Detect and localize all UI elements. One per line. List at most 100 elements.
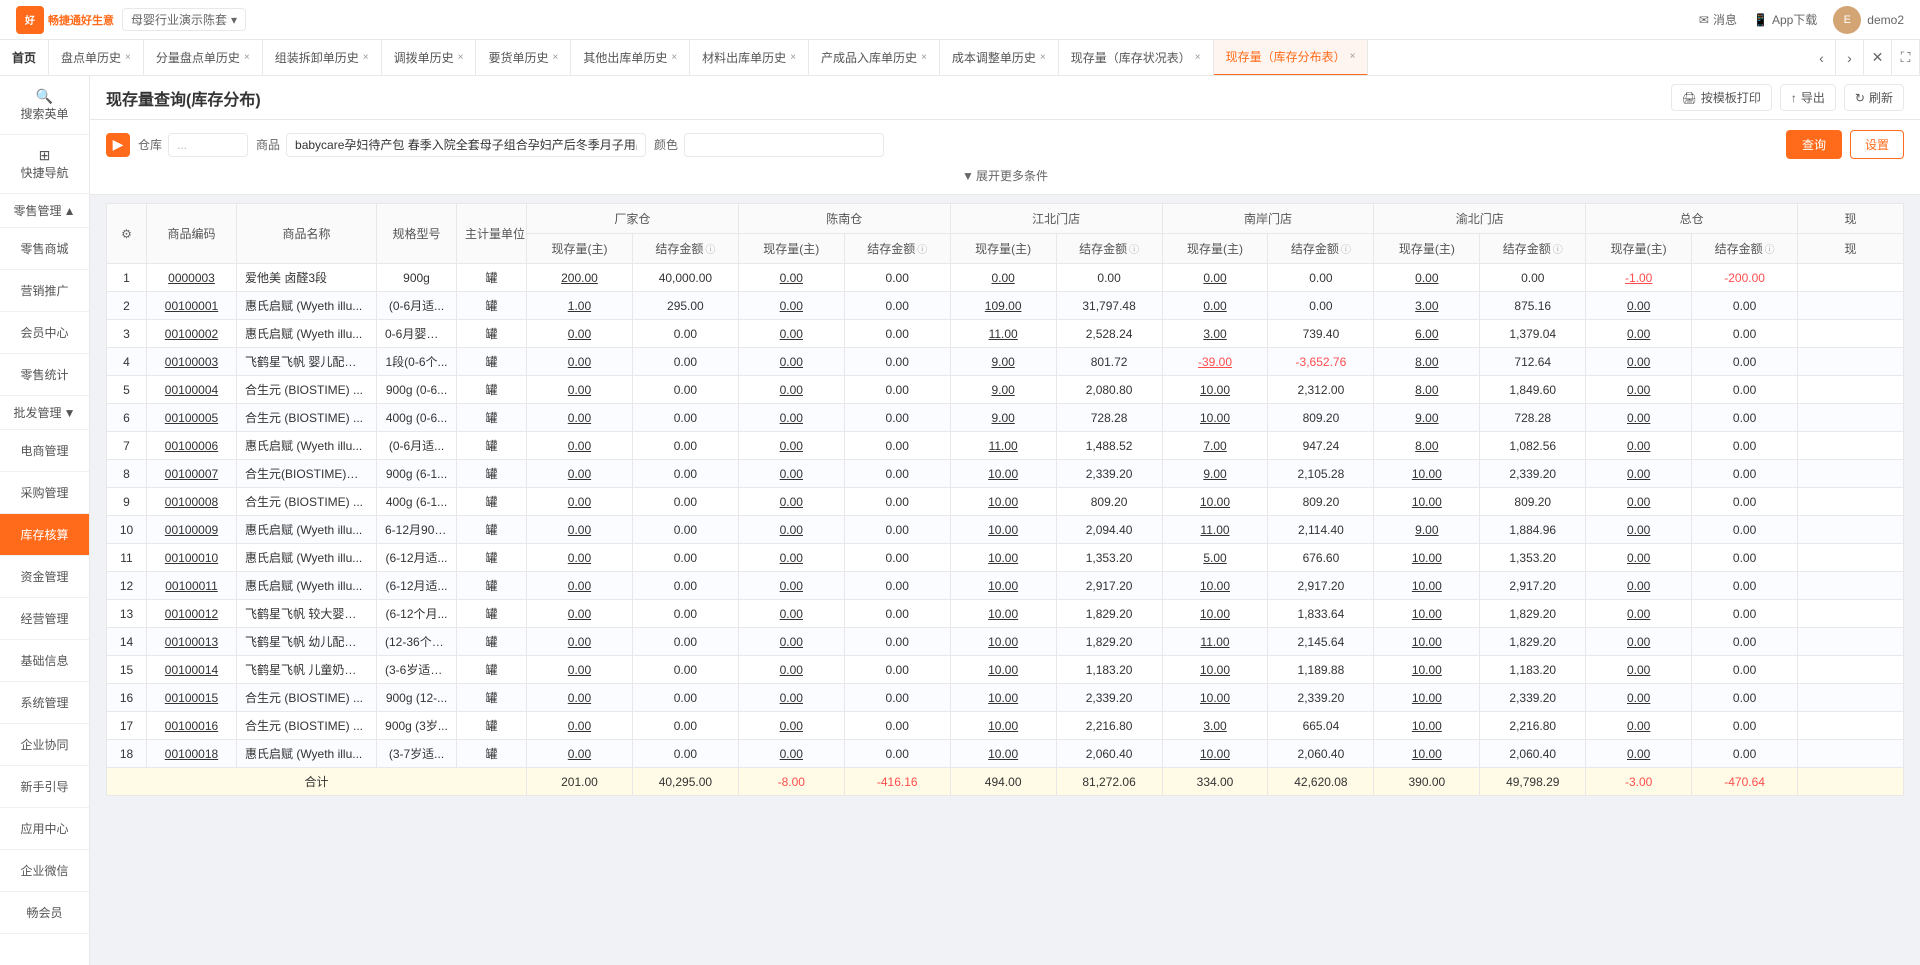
row-jiangbei-qty[interactable]: 9.00 [950,376,1056,404]
row-factory-qty[interactable]: 0.00 [527,320,633,348]
th-gear[interactable]: ⚙ [107,204,147,264]
row-code[interactable]: 00100008 [147,488,237,516]
row-nanbin-qty[interactable]: 3.00 [1162,712,1268,740]
row-nanbin-qty[interactable]: 10.00 [1162,572,1268,600]
tab-6[interactable]: 其他出库单历史 × [571,40,690,76]
row-code[interactable]: 00100004 [147,376,237,404]
row-total-qty[interactable]: 0.00 [1586,488,1692,516]
row-total-qty[interactable]: 0.00 [1586,656,1692,684]
row-yuebei-qty[interactable]: 10.00 [1374,572,1480,600]
row-total-qty[interactable]: 0.00 [1586,292,1692,320]
tab-9[interactable]: 成本调整单历史 × [940,40,1059,76]
row-code[interactable]: 00100003 [147,348,237,376]
sidebar-item-inventory[interactable]: 库存核算 [0,514,89,556]
row-total-qty[interactable]: 0.00 [1586,628,1692,656]
row-yuebei-qty[interactable]: 10.00 [1374,684,1480,712]
tab-prev-btn[interactable]: ‹ [1808,40,1836,76]
row-code[interactable]: 00100002 [147,320,237,348]
sidebar-item-collaboration[interactable]: 企业协同 [0,724,89,766]
row-total-qty[interactable]: 0.00 [1586,432,1692,460]
row-jiangbei-qty[interactable]: 10.00 [950,516,1056,544]
tab-1[interactable]: 盘点单历史 × [49,40,144,76]
row-total-qty[interactable]: 0.00 [1586,348,1692,376]
tab-11[interactable]: 现存量（库存分布表） × [1214,40,1369,76]
row-chennan-qty[interactable]: 0.00 [738,488,844,516]
row-chennan-qty[interactable]: 0.00 [738,600,844,628]
tab-close-all-btn[interactable]: ✕ [1864,40,1892,76]
sidebar-item-finance[interactable]: 资金管理 [0,556,89,598]
row-code[interactable]: 00100007 [147,460,237,488]
row-factory-qty[interactable]: 200.00 [527,264,633,292]
row-jiangbei-qty[interactable]: 109.00 [950,292,1056,320]
row-yuebei-qty[interactable]: 10.00 [1374,628,1480,656]
row-factory-qty[interactable]: 0.00 [527,544,633,572]
row-jiangbei-qty[interactable]: 10.00 [950,488,1056,516]
row-factory-qty[interactable]: 0.00 [527,656,633,684]
row-jiangbei-qty[interactable]: 11.00 [950,432,1056,460]
sidebar-item-marketing[interactable]: 营销推广 [0,270,89,312]
row-factory-qty[interactable]: 0.00 [527,684,633,712]
tab-4-close[interactable]: × [458,52,464,63]
row-code[interactable]: 00100013 [147,628,237,656]
row-yuebei-qty[interactable]: 6.00 [1374,320,1480,348]
row-jiangbei-qty[interactable]: 10.00 [950,740,1056,768]
sidebar-item-system[interactable]: 系统管理 [0,682,89,724]
row-total-qty[interactable]: 0.00 [1586,572,1692,600]
row-nanbin-qty[interactable]: 0.00 [1162,292,1268,320]
row-nanbin-qty[interactable]: 10.00 [1162,600,1268,628]
app-download-action[interactable]: 📱 App下载 [1753,11,1817,28]
tab-7-close[interactable]: × [790,52,796,63]
row-nanbin-qty[interactable]: 5.00 [1162,544,1268,572]
row-nanbin-qty[interactable]: 9.00 [1162,460,1268,488]
tab-4[interactable]: 调拨单历史 × [382,40,477,76]
row-yuebei-qty[interactable]: 8.00 [1374,348,1480,376]
nanbin-amt-info-icon[interactable]: ⓘ [1341,245,1351,256]
tab-2[interactable]: 分量盘点单历史 × [144,40,263,76]
tab-9-close[interactable]: × [1040,52,1046,63]
row-nanbin-qty[interactable]: 10.00 [1162,488,1268,516]
row-code[interactable]: 00100001 [147,292,237,320]
row-code[interactable]: 00100005 [147,404,237,432]
row-total-qty[interactable]: 0.00 [1586,684,1692,712]
warehouse-input[interactable] [168,133,248,157]
row-yuebei-qty[interactable]: 10.00 [1374,460,1480,488]
row-code[interactable]: 00100006 [147,432,237,460]
row-chennan-qty[interactable]: 0.00 [738,712,844,740]
row-jiangbei-qty[interactable]: 10.00 [950,572,1056,600]
row-factory-qty[interactable]: 0.00 [527,712,633,740]
row-yuebei-qty[interactable]: 0.00 [1374,264,1480,292]
row-total-qty[interactable]: 0.00 [1586,404,1692,432]
row-nanbin-qty[interactable]: -39.00 [1162,348,1268,376]
row-chennan-qty[interactable]: 0.00 [738,404,844,432]
row-chennan-qty[interactable]: 0.00 [738,656,844,684]
row-code[interactable]: 0000003 [147,264,237,292]
row-nanbin-qty[interactable]: 11.00 [1162,628,1268,656]
row-factory-qty[interactable]: 0.00 [527,460,633,488]
row-yuebei-qty[interactable]: 8.00 [1374,432,1480,460]
yuebei-amt-info-icon[interactable]: ⓘ [1553,245,1563,256]
sidebar-item-search[interactable]: 🔍 搜索英单 [0,76,89,135]
row-factory-qty[interactable]: 0.00 [527,516,633,544]
row-nanbin-qty[interactable]: 10.00 [1162,684,1268,712]
row-chennan-qty[interactable]: 0.00 [738,460,844,488]
total-amt-info-icon[interactable]: ⓘ [1765,245,1775,256]
row-factory-qty[interactable]: 0.00 [527,432,633,460]
sidebar-item-operations[interactable]: 经营管理 [0,598,89,640]
row-chennan-qty[interactable]: 0.00 [738,264,844,292]
tab-7[interactable]: 材料出库单历史 × [690,40,809,76]
industry-dropdown[interactable]: 母婴行业演示陈套 ▾ [122,8,246,31]
row-factory-qty[interactable]: 0.00 [527,488,633,516]
expand-conditions-btn[interactable]: ▼ 展开更多条件 [962,167,1048,184]
row-jiangbei-qty[interactable]: 9.00 [950,404,1056,432]
sidebar-item-retail-stats[interactable]: 零售统计 [0,354,89,396]
row-nanbin-qty[interactable]: 3.00 [1162,320,1268,348]
row-chennan-qty[interactable]: 0.00 [738,572,844,600]
row-nanbin-qty[interactable]: 0.00 [1162,264,1268,292]
sidebar-item-basic-info[interactable]: 基础信息 [0,640,89,682]
sidebar-item-nav[interactable]: ⊞ 快捷导航 [0,135,89,194]
row-chennan-qty[interactable]: 0.00 [738,292,844,320]
setting-button[interactable]: 设置 [1850,130,1904,159]
tab-8-close[interactable]: × [921,52,927,63]
sidebar-item-purchase[interactable]: 采购管理 [0,472,89,514]
row-total-qty[interactable]: 0.00 [1586,516,1692,544]
